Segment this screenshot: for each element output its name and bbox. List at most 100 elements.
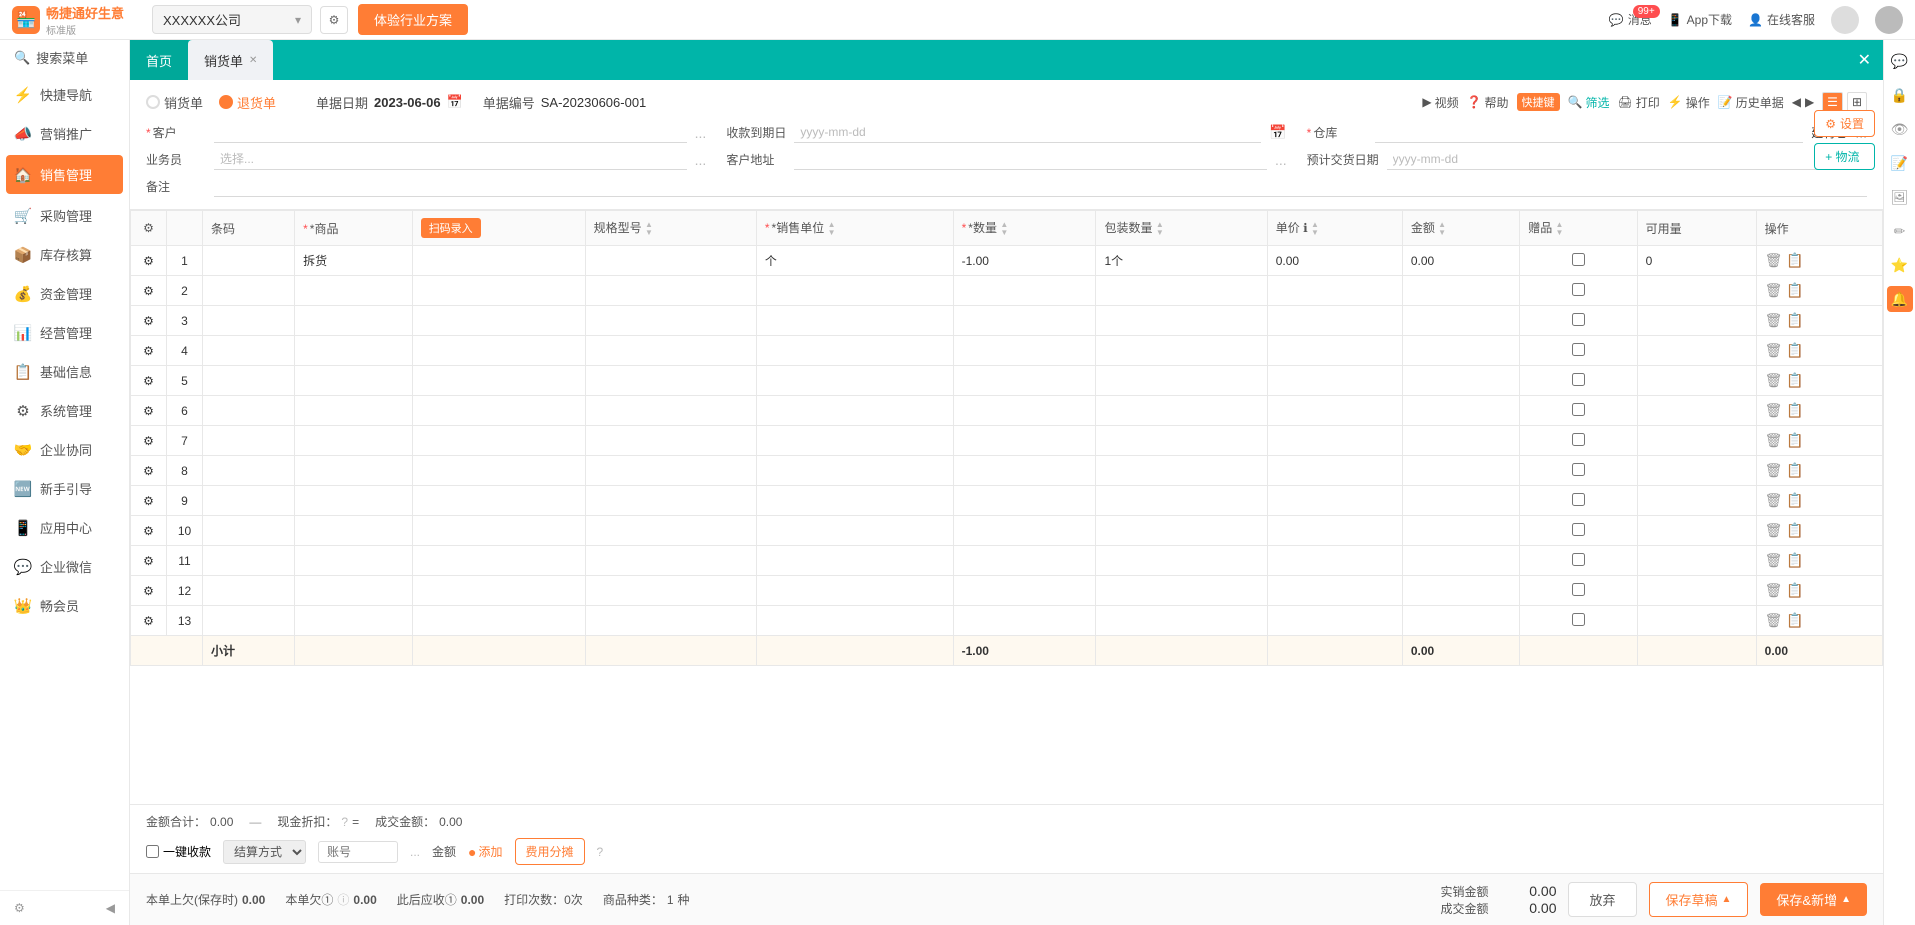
sidebar-item-purchase[interactable]: 🛒 采购管理 [0,196,129,235]
copy-row-icon[interactable]: 📋 [1786,492,1803,509]
historical-due-info-icon[interactable]: ⓘ [337,891,349,908]
row-product[interactable] [295,276,413,306]
payment-calendar-icon[interactable]: 📅 [1269,124,1286,141]
close-all-icon[interactable]: ✕ [1858,50,1883,70]
online-service-button[interactable]: 👤 在线客服 [1748,11,1815,28]
row-product[interactable]: 拆货 [295,246,413,276]
delivery-date-input[interactable] [1387,149,1842,170]
settings-icon[interactable]: ⚙ [320,6,348,34]
prev-icon[interactable]: ◀ [1792,95,1801,109]
delete-row-icon[interactable]: 🗑 [1765,552,1783,569]
one-click-payment-check[interactable]: 一键收款 [146,843,211,860]
save-new-button[interactable]: 保存&新增 ▲ [1760,883,1867,916]
trial-button[interactable]: 体验行业方案 [358,4,468,35]
discount-help-icon[interactable]: ? [341,815,348,829]
row-barcode[interactable] [203,246,295,276]
sidebar-item-quick-nav[interactable]: ⚡ 快捷导航 [0,75,129,114]
avatar[interactable] [1831,6,1859,34]
sidebar-item-system[interactable]: ⚙ 系统管理 [0,391,129,430]
logistics-button[interactable]: + 物流 + 物流 [1814,143,1875,170]
filter-action[interactable]: 🔍 筛选 [1568,94,1610,111]
tab-home[interactable]: 首页 [130,40,188,80]
sidebar-item-guide[interactable]: 🆕 新手引导 [0,469,129,508]
gift-checkbox[interactable] [1572,283,1585,296]
radio-return[interactable]: 退货单 [219,93,276,112]
one-click-checkbox[interactable] [146,845,159,858]
row-unit-price[interactable]: 0.00 [1267,246,1402,276]
row-spec[interactable] [585,276,756,306]
row-quantity[interactable]: -1.00 [953,246,1096,276]
sidebar-item-app-center[interactable]: 📱 应用中心 [0,508,129,547]
fee-split-button[interactable]: 费用分摊 [515,838,585,865]
salesperson-dots-icon[interactable]: ... [695,152,707,168]
panel-icon-5[interactable]: 🖼 [1887,184,1913,210]
delete-row-icon[interactable]: 🗑 [1765,282,1783,299]
sidebar-item-inventory[interactable]: 📦 库存核算 [0,235,129,274]
row-barcode[interactable] [203,276,295,306]
delete-row-icon[interactable]: 🗑 [1765,522,1783,539]
sidebar-item-basic[interactable]: 📋 基础信息 [0,352,129,391]
copy-row-icon[interactable]: 📋 [1786,402,1803,419]
copy-row-icon[interactable]: 📋 [1786,552,1803,569]
collapse-icon[interactable]: ◀ [106,901,115,915]
sidebar-item-member[interactable]: 👑 畅会员 [0,586,129,625]
form-settings-button[interactable]: ⚙ ⚙ 设置 设置 [1814,110,1875,137]
delete-row-icon[interactable]: 🗑 [1765,612,1783,629]
app-download-button[interactable]: 📱 App下载 [1668,11,1732,28]
row-amount[interactable] [1402,276,1519,306]
th-gear[interactable]: ⚙ [131,211,167,246]
remarks-input[interactable] [214,176,1867,197]
settlement-method-select[interactable]: 结算方式 [223,840,306,864]
row-gift[interactable] [1520,246,1637,276]
help-action[interactable]: ❓ 帮助 [1467,94,1509,111]
row-spec[interactable] [585,246,756,276]
delete-row-icon[interactable]: 🗑 [1765,342,1783,359]
copy-row-icon[interactable]: 📋 [1786,582,1803,599]
sidebar-item-enterprise[interactable]: 🤝 企业协同 [0,430,129,469]
row-amount[interactable]: 0.00 [1402,246,1519,276]
row-gear[interactable]: ⚙ [131,276,167,306]
tab-sales-order[interactable]: 销货单 ✕ [188,40,273,80]
copy-row-icon[interactable]: 📋 [1786,252,1803,269]
sidebar-item-finance[interactable]: 💰 资金管理 [0,274,129,313]
row-pack-qty[interactable]: 1个 [1096,246,1267,276]
copy-row-icon[interactable]: 📋 [1786,312,1803,329]
row-unit[interactable]: 个 [756,246,953,276]
shortcut-action[interactable]: 快捷键 [1517,93,1560,111]
split-help-icon[interactable]: ? [597,845,604,859]
panel-icon-3[interactable]: 👁 [1887,116,1913,142]
sidebar-item-wechat[interactable]: 💬 企业微信 [0,547,129,586]
company-selector[interactable]: XXXXXX公司 ▾ [152,5,312,34]
payment-date-input[interactable] [794,122,1261,143]
delete-row-icon[interactable]: 🗑 [1765,372,1783,389]
copy-row-icon[interactable]: 📋 [1786,522,1803,539]
tab-close-icon[interactable]: ✕ [249,55,257,66]
calendar-icon[interactable]: 📅 [447,94,463,110]
panel-icon-7[interactable]: ⭐ [1887,252,1913,278]
search-menu-item[interactable]: 🔍 搜索菜单 [0,40,129,75]
radio-sale[interactable]: 销货单 [146,93,203,112]
row-pack-qty[interactable] [1096,276,1267,306]
row-unit-price[interactable] [1267,276,1402,306]
scan-button[interactable]: 扫码录入 [421,218,481,238]
row-gear[interactable]: ⚙ [131,246,167,276]
panel-icon-4[interactable]: 📝 [1887,150,1913,176]
copy-row-icon[interactable]: 📋 [1786,342,1803,359]
account-input[interactable] [318,841,398,863]
delete-row-icon[interactable]: 🗑 [1765,402,1783,419]
address-dots-icon[interactable]: ... [1275,152,1287,168]
copy-row-icon[interactable]: 📋 [1786,612,1803,629]
video-action[interactable]: ▶ 视频 [1422,94,1458,111]
copy-row-icon[interactable]: 📋 [1786,282,1803,299]
discard-button[interactable]: 放弃 [1568,882,1636,917]
panel-icon-6[interactable]: ✏ [1887,218,1913,244]
customer-address-input[interactable] [794,149,1267,170]
row-unit[interactable] [756,276,953,306]
delete-row-icon[interactable]: 🗑 [1765,312,1783,329]
copy-row-icon[interactable]: 📋 [1786,372,1803,389]
sidebar-item-operations[interactable]: 📊 经营管理 [0,313,129,352]
operation-action[interactable]: ⚡ 操作 [1668,94,1710,111]
message-button[interactable]: 💬 消息 99+ [1609,11,1652,28]
add-payment-button[interactable]: ● 添加 [468,843,502,860]
delete-row-icon[interactable]: 🗑 [1765,432,1783,449]
